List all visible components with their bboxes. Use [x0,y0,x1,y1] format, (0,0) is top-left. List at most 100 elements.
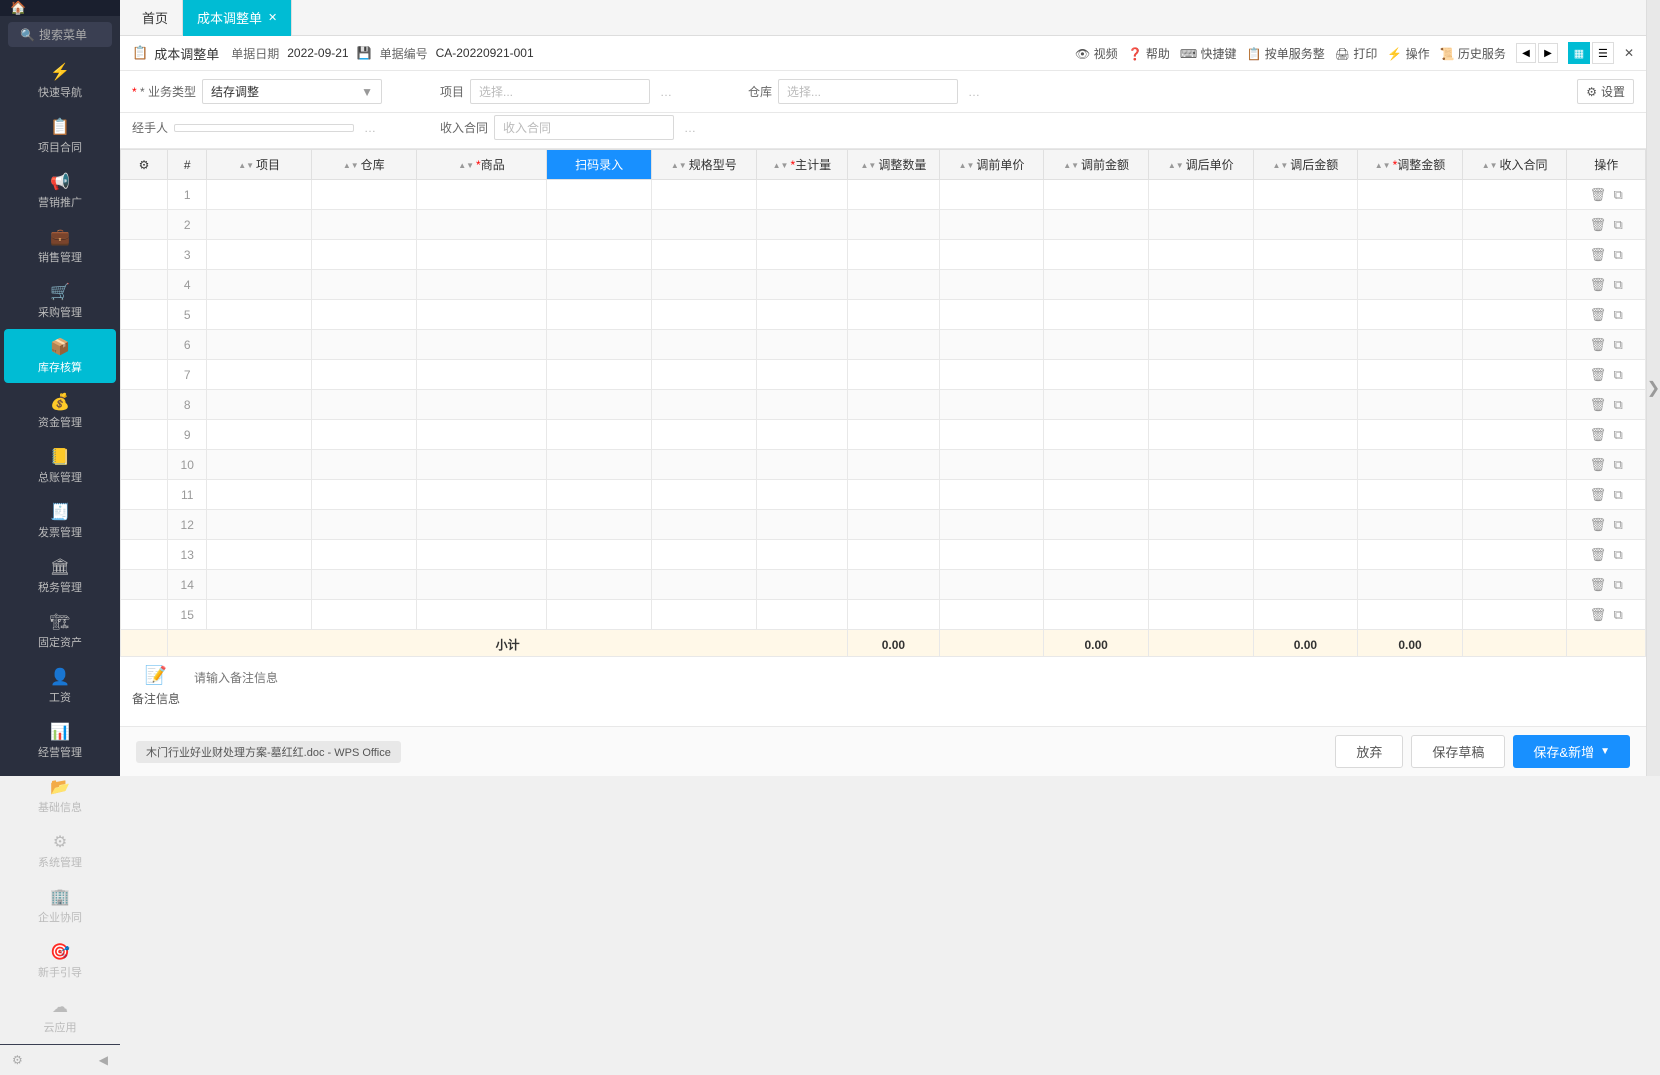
cell-price-before-6[interactable] [939,330,1044,360]
cell-qty-13[interactable] [848,540,940,570]
sidebar-item-purchase-mgmt[interactable]: 🛒采购管理 [4,274,116,328]
cell-income-10[interactable] [1462,450,1567,480]
cell-product-3[interactable] [416,240,547,270]
cell-amount-after-11[interactable] [1253,480,1358,510]
cell-price-after-4[interactable] [1148,270,1253,300]
cell-unit-3[interactable] [756,240,848,270]
cell-amount-before-13[interactable] [1044,540,1149,570]
save-draft-button[interactable]: 保存草稿 [1411,735,1505,768]
copy-row-10-btn[interactable]: ⧉ [1612,457,1625,472]
cell-warehouse-8[interactable] [311,390,416,420]
cell-unit-8[interactable] [756,390,848,420]
cell-warehouse-7[interactable] [311,360,416,390]
th-adjust[interactable]: ▲▼*调整金额 [1358,150,1463,180]
tab-home[interactable]: 首页 [128,0,183,36]
cell-scan-8[interactable] [547,390,652,420]
cell-unit-11[interactable] [756,480,848,510]
cell-adjust-15[interactable] [1358,600,1463,630]
cell-price-after-6[interactable] [1148,330,1253,360]
th-amount-after[interactable]: ▲▼调后金额 [1253,150,1358,180]
cell-unit-6[interactable] [756,330,848,360]
cell-spec-8[interactable] [651,390,756,420]
cell-adjust-5[interactable] [1358,300,1463,330]
cell-price-before-2[interactable] [939,210,1044,240]
delete-row-10-btn[interactable]: 🗑 [1588,457,1609,472]
cell-amount-after-12[interactable] [1253,510,1358,540]
cell-amount-before-15[interactable] [1044,600,1149,630]
project-more-btn[interactable]: … [656,85,676,99]
cell-product-9[interactable] [416,420,547,450]
nav-next[interactable]: ▶ [1538,43,1558,63]
cell-income-1[interactable] [1462,180,1567,210]
cell-price-after-9[interactable] [1148,420,1253,450]
cell-amount-before-4[interactable] [1044,270,1149,300]
cell-scan-10[interactable] [547,450,652,480]
cell-income-11[interactable] [1462,480,1567,510]
cell-qty-14[interactable] [848,570,940,600]
cell-product-6[interactable] [416,330,547,360]
cell-qty-7[interactable] [848,360,940,390]
cell-amount-before-11[interactable] [1044,480,1149,510]
copy-row-7-btn[interactable]: ⧉ [1612,367,1625,382]
sidebar-search-btn[interactable]: 🔍 搜索菜单 [8,22,112,47]
handler-more-btn[interactable]: … [360,121,380,135]
cell-scan-5[interactable] [547,300,652,330]
cell-price-before-5[interactable] [939,300,1044,330]
cell-adjust-9[interactable] [1358,420,1463,450]
delete-row-9-btn[interactable]: 🗑 [1588,427,1609,442]
project-input[interactable]: 选择... [470,79,650,104]
cell-project-2[interactable] [207,210,312,240]
cell-qty-2[interactable] [848,210,940,240]
delete-row-2-btn[interactable]: 🗑 [1588,217,1609,232]
cell-unit-12[interactable] [756,510,848,540]
copy-row-3-btn[interactable]: ⧉ [1612,247,1625,262]
cell-adjust-14[interactable] [1358,570,1463,600]
abandon-button[interactable]: 放弃 [1335,735,1403,768]
th-unit[interactable]: ▲▼*主计量 [756,150,848,180]
cell-project-10[interactable] [207,450,312,480]
copy-row-11-btn[interactable]: ⧉ [1612,487,1625,502]
view-list-btn[interactable]: ☰ [1592,42,1614,64]
cell-price-before-8[interactable] [939,390,1044,420]
delete-row-6-btn[interactable]: 🗑 [1588,337,1609,352]
toolbar-history[interactable]: 📜 历史服务 [1440,45,1506,62]
cell-spec-10[interactable] [651,450,756,480]
delete-row-4-btn[interactable]: 🗑 [1588,277,1609,292]
copy-row-8-btn[interactable]: ⧉ [1612,397,1625,412]
sidebar-item-inventory-calc[interactable]: 📦库存核算 [4,329,116,383]
toolbar-batch[interactable]: 📋 按单服务整 [1247,45,1325,62]
cell-product-13[interactable] [416,540,547,570]
cell-amount-before-1[interactable] [1044,180,1149,210]
th-amount-before[interactable]: ▲▼调前金额 [1044,150,1149,180]
cell-adjust-11[interactable] [1358,480,1463,510]
cell-project-3[interactable] [207,240,312,270]
cell-price-before-1[interactable] [939,180,1044,210]
th-product[interactable]: ▲▼*商品 [416,150,547,180]
cell-price-before-9[interactable] [939,420,1044,450]
cell-unit-9[interactable] [756,420,848,450]
cell-scan-4[interactable] [547,270,652,300]
sidebar-item-tax-mgmt[interactable]: 🏛税务管理 [4,549,116,603]
cell-price-after-1[interactable] [1148,180,1253,210]
toolbar-help[interactable]: ❓ 帮助 [1128,45,1170,62]
cell-price-before-4[interactable] [939,270,1044,300]
cell-unit-15[interactable] [756,600,848,630]
cell-price-before-10[interactable] [939,450,1044,480]
cell-project-7[interactable] [207,360,312,390]
cell-income-2[interactable] [1462,210,1567,240]
cell-project-12[interactable] [207,510,312,540]
cell-warehouse-4[interactable] [311,270,416,300]
cell-adjust-13[interactable] [1358,540,1463,570]
th-warehouse[interactable]: ▲▼仓库 [311,150,416,180]
cell-spec-14[interactable] [651,570,756,600]
cell-unit-2[interactable] [756,210,848,240]
tab-cost-adjust[interactable]: 成本调整单 ✕ [183,0,292,36]
cell-project-15[interactable] [207,600,312,630]
cell-amount-before-9[interactable] [1044,420,1149,450]
cell-income-5[interactable] [1462,300,1567,330]
cell-project-13[interactable] [207,540,312,570]
cell-income-6[interactable] [1462,330,1567,360]
cell-spec-4[interactable] [651,270,756,300]
toolbar-shortcut[interactable]: ⌨ 快捷键 [1180,45,1237,62]
cell-product-7[interactable] [416,360,547,390]
